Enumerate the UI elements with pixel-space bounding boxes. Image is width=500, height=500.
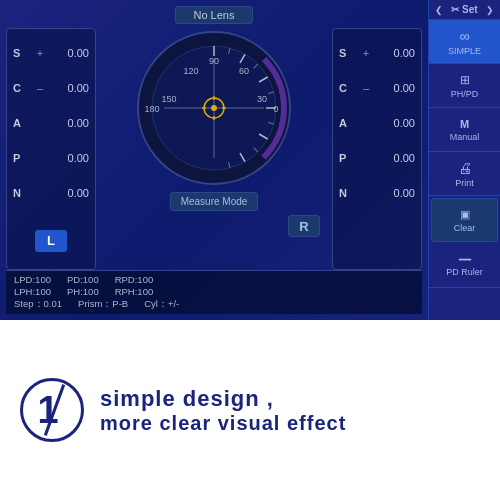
prism-status: Prism：P-B bbox=[78, 298, 128, 311]
print-label: Print bbox=[455, 178, 474, 188]
number-circle: 1 bbox=[20, 378, 84, 442]
right-panel: S + 0.00 C – 0.00 A 0.00 P 0.00 bbox=[332, 28, 422, 270]
manual-icon: M bbox=[460, 118, 469, 130]
lph-status: LPH:100 bbox=[14, 286, 51, 297]
sidebar-top: ❮ ✂ Set ❯ bbox=[429, 0, 500, 20]
bottom-section: 1 simple design , more clear visual effe… bbox=[0, 320, 500, 500]
pd-ruler-label: PD Ruler bbox=[446, 267, 483, 277]
top-section: No Lens S + 0.00 C – 0.00 A 0.00 bbox=[0, 0, 500, 320]
dial-container: 90 60 120 30 150 0 180 bbox=[134, 28, 294, 188]
set-label: ✂ Set bbox=[451, 4, 477, 15]
phipd-label: PH/PD bbox=[451, 89, 479, 99]
param-row-c-right: C – 0.00 bbox=[339, 82, 415, 94]
tagline-line2: more clear visual effect bbox=[100, 412, 480, 435]
status-bar: LPD:100 PD:100 RPD:100 LPH:100 PH:100 RP… bbox=[6, 270, 422, 314]
r-button[interactable]: R bbox=[288, 215, 320, 237]
top-bar: No Lens bbox=[6, 6, 422, 24]
sidebar-arrow-left[interactable]: ❮ bbox=[435, 5, 443, 15]
rpd-status: RPD:100 bbox=[115, 274, 154, 285]
sidebar-arrow-right[interactable]: ❯ bbox=[486, 5, 494, 15]
phipd-icon: ⊞ bbox=[460, 73, 470, 87]
print-icon: 🖨 bbox=[458, 160, 472, 176]
sidebar-item-clear[interactable]: ▣ Clear bbox=[431, 198, 498, 242]
ruler-icon: ━━ bbox=[459, 254, 471, 265]
sidebar-item-pd-ruler[interactable]: ━━ PD Ruler bbox=[429, 244, 500, 288]
l-button[interactable]: L bbox=[35, 230, 67, 252]
simple-label: SIMPLE bbox=[448, 46, 481, 56]
lpd-status: LPD:100 bbox=[14, 274, 51, 285]
sidebar-item-manual[interactable]: M Manual bbox=[429, 108, 500, 152]
clear-icon: ▣ bbox=[460, 208, 470, 221]
param-row-n-right: N 0.00 bbox=[339, 187, 415, 199]
svg-text:120: 120 bbox=[183, 66, 198, 76]
manual-label: Manual bbox=[450, 132, 480, 142]
param-row-p-right: P 0.00 bbox=[339, 152, 415, 164]
center-panel: 90 60 120 30 150 0 180 bbox=[100, 28, 328, 270]
pd-status: PD:100 bbox=[67, 274, 99, 285]
sidebar-item-simple[interactable]: ∞ SIMPLE bbox=[429, 20, 500, 64]
measure-mode-button[interactable]: Measure Mode bbox=[170, 192, 259, 211]
tagline: simple design , more clear visual effect bbox=[100, 386, 480, 435]
param-row-c-left: C – 0.00 bbox=[13, 82, 89, 94]
no-lens-label: No Lens bbox=[175, 6, 254, 24]
main-area: No Lens S + 0.00 C – 0.00 A 0.00 bbox=[0, 0, 428, 320]
param-row-p-left: P 0.00 bbox=[13, 152, 89, 164]
param-row-n-left: N 0.00 bbox=[13, 187, 89, 199]
cyl-status: Cyl：+/- bbox=[144, 298, 179, 311]
infinity-icon: ∞ bbox=[460, 28, 470, 44]
left-panel: S + 0.00 C – 0.00 A 0.00 P 0.00 bbox=[6, 28, 96, 270]
l-r-row-left: L bbox=[13, 230, 89, 252]
dial-svg: 90 60 120 30 150 0 180 bbox=[134, 28, 294, 188]
tagline-line1: simple design , bbox=[100, 386, 480, 412]
sidebar-item-phipd[interactable]: ⊞ PH/PD bbox=[429, 64, 500, 108]
svg-text:60: 60 bbox=[239, 66, 249, 76]
svg-text:0: 0 bbox=[273, 104, 278, 114]
param-row-s-right: S + 0.00 bbox=[339, 47, 415, 59]
svg-text:30: 30 bbox=[257, 94, 267, 104]
svg-text:180: 180 bbox=[144, 104, 159, 114]
step-status: Step：0.01 bbox=[14, 298, 62, 311]
clear-label: Clear bbox=[454, 223, 476, 233]
lr-buttons-row: R bbox=[100, 215, 328, 237]
svg-point-25 bbox=[211, 105, 217, 111]
svg-text:150: 150 bbox=[161, 94, 176, 104]
param-row-a-right: A 0.00 bbox=[339, 117, 415, 129]
content-row: S + 0.00 C – 0.00 A 0.00 P 0.00 bbox=[6, 28, 422, 270]
sidebar-item-print[interactable]: 🖨 Print bbox=[429, 152, 500, 196]
sidebar: ❮ ✂ Set ❯ ∞ SIMPLE ⊞ PH/PD M Manual 🖨 Pr… bbox=[428, 0, 500, 320]
param-row-a-left: A 0.00 bbox=[13, 117, 89, 129]
ph-status: PH:100 bbox=[67, 286, 99, 297]
rph-status: RPH:100 bbox=[115, 286, 154, 297]
param-row-s-left: S + 0.00 bbox=[13, 47, 89, 59]
number: 1 bbox=[37, 389, 58, 432]
